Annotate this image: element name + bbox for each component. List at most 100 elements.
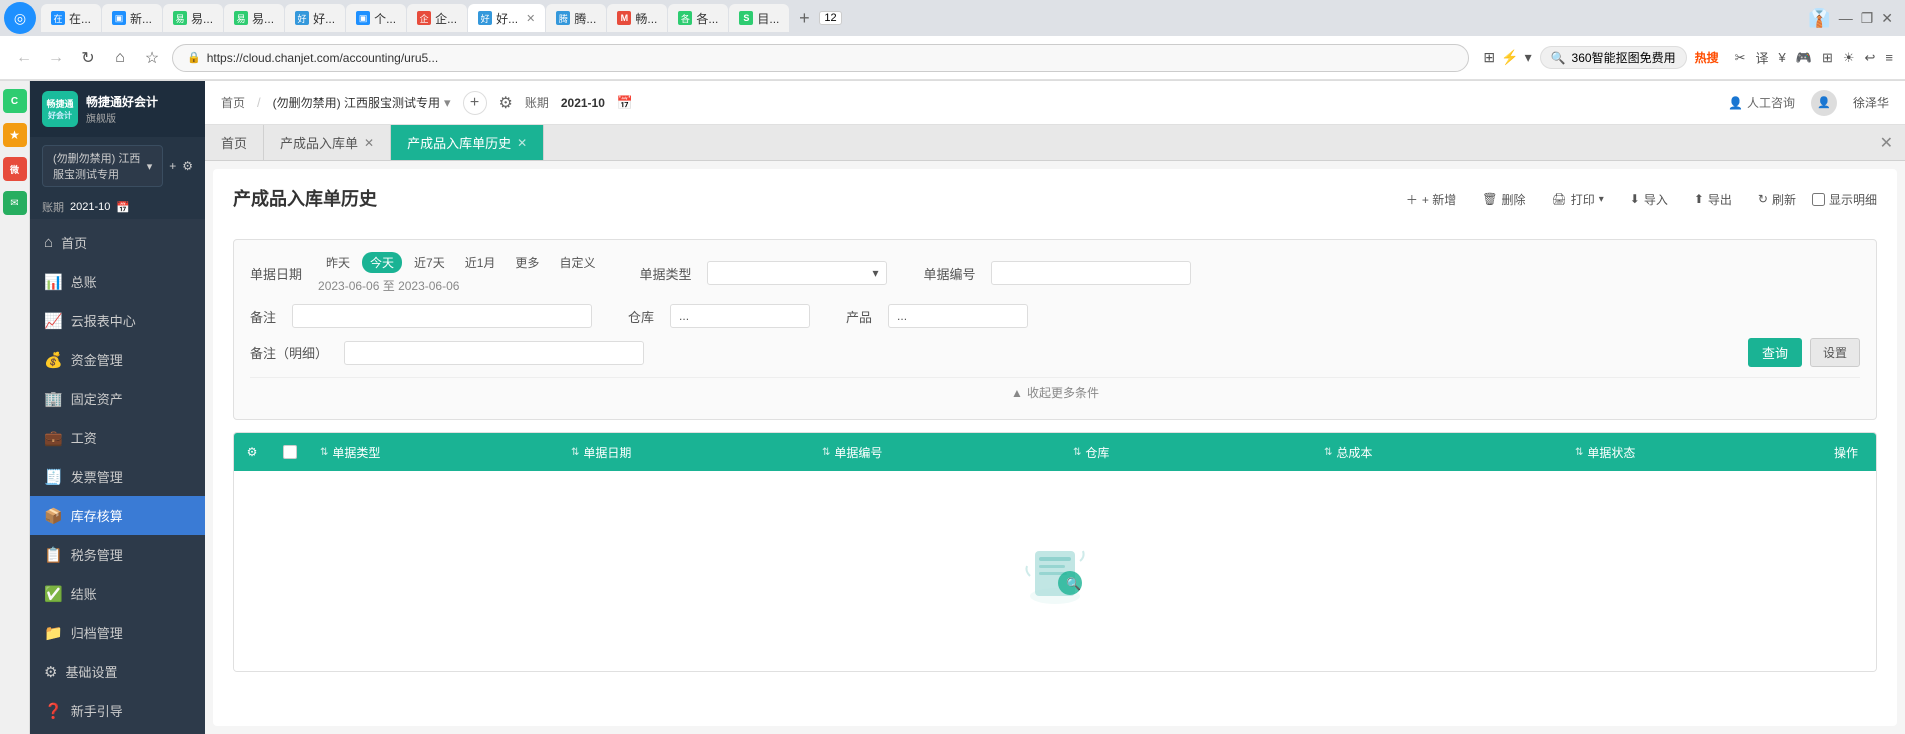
scissors-icon[interactable]: ✂ — [1735, 50, 1746, 66]
icon-sidebar-weibo[interactable]: 微 — [3, 157, 27, 181]
maximize-button[interactable]: ❐ — [1861, 10, 1874, 27]
import-button[interactable]: ⬇ 导入 — [1620, 186, 1678, 213]
page-tab-product-in[interactable]: 产成品入库单 ✕ — [264, 125, 391, 160]
warehouse-filter-select[interactable]: ... — [670, 304, 810, 328]
address-input[interactable]: 🔒 https://cloud.chanjet.com/accounting/u… — [172, 44, 1469, 72]
home-button[interactable]: ⌂ — [108, 46, 132, 70]
table-header-num[interactable]: ⇅ 单据编号 — [812, 444, 1063, 461]
table-check-all-input[interactable] — [283, 445, 297, 459]
sidebar-item-close-account[interactable]: ✅ 结账 — [30, 574, 205, 613]
topbar-company-selector[interactable]: (勿删勿禁用) 江西服宝测试专用 ▾ — [273, 94, 451, 111]
currency-icon[interactable]: ¥ — [1779, 50, 1786, 65]
sidebar-item-fund[interactable]: 💰 资金管理 — [30, 340, 205, 379]
table-header-date[interactable]: ⇅ 单据日期 — [561, 444, 812, 461]
table-header-settings[interactable]: ⚙ — [234, 445, 270, 459]
sidebar-item-home[interactable]: ⌂ 首页 — [30, 223, 205, 262]
bookmark-button[interactable]: ☆ — [140, 46, 164, 70]
sidebar-item-asset[interactable]: 🏢 固定资产 — [30, 379, 205, 418]
tab-10[interactable]: M 畅... — [607, 4, 667, 32]
tab-2[interactable]: ▣ 新... — [102, 4, 162, 32]
page-tab-history-close-icon[interactable]: ✕ — [517, 136, 527, 150]
close-window-button[interactable]: ✕ — [1881, 10, 1893, 27]
refresh-button[interactable]: ↻ 刷新 — [1748, 186, 1806, 213]
tab-5[interactable]: 好 好... — [285, 4, 345, 32]
sidebar-item-settings[interactable]: ⚙ 基础设置 — [30, 652, 205, 691]
topbar-settings-icon[interactable]: ⚙ — [499, 93, 513, 113]
icon-sidebar-star[interactable]: ★ — [3, 123, 27, 147]
dropdown-arrow-icon[interactable]: ▾ — [1525, 49, 1532, 66]
table-header-type[interactable]: ⇅ 单据类型 — [310, 444, 561, 461]
tab-12[interactable]: S 目... — [729, 4, 789, 32]
type-filter-select[interactable]: ▾ — [707, 261, 887, 285]
sidebar-item-inventory[interactable]: 📦 库存核算 — [30, 496, 205, 535]
table-settings-gear-icon[interactable]: ⚙ — [247, 445, 258, 459]
remark-filter-input[interactable] — [292, 304, 592, 328]
date-tab-1month[interactable]: 近1月 — [457, 252, 504, 273]
more-icon[interactable]: ≡ — [1885, 50, 1893, 65]
topbar-calendar-icon[interactable]: 📅 — [617, 95, 633, 111]
tab-4[interactable]: 易 易... — [224, 4, 284, 32]
query-button[interactable]: 查询 — [1748, 338, 1802, 367]
hot-search-label[interactable]: 热搜 — [1695, 49, 1719, 66]
sidebar-item-report[interactable]: 📈 云报表中心 — [30, 301, 205, 340]
export-button[interactable]: ⬆ 导出 — [1684, 186, 1742, 213]
refresh-browser-button[interactable]: ↻ — [76, 46, 100, 70]
sidebar-item-guide[interactable]: ❓ 新手引导 — [30, 691, 205, 730]
table-header-check[interactable] — [270, 445, 310, 459]
forward-button[interactable]: → — [44, 46, 68, 70]
table-header-status[interactable]: ⇅ 单据状态 — [1565, 444, 1816, 461]
tab-9[interactable]: 腾 腾... — [546, 4, 606, 32]
sidebar-item-archive[interactable]: 📁 归档管理 — [30, 613, 205, 652]
topbar-add-button[interactable]: + — [463, 91, 487, 115]
user-avatar[interactable]: 👤 — [1811, 90, 1837, 116]
icon-sidebar-chanjet[interactable]: C — [3, 89, 27, 113]
sidebar-settings-icon[interactable]: ⚙ — [182, 159, 193, 173]
sidebar-item-salary[interactable]: 💼 工资 — [30, 418, 205, 457]
minimize-button[interactable]: — — [1839, 10, 1853, 26]
tab-3[interactable]: 易 易... — [163, 4, 223, 32]
back-button[interactable]: ← — [12, 46, 36, 70]
date-tab-7days[interactable]: 近7天 — [406, 252, 453, 273]
date-tab-more[interactable]: 更多 — [507, 252, 547, 273]
tab-7[interactable]: 企 企... — [407, 4, 467, 32]
lightning-icon[interactable]: ⚡ — [1501, 49, 1518, 66]
sun-icon[interactable]: ☀ — [1843, 50, 1855, 66]
detail-remark-input[interactable] — [344, 341, 644, 365]
table-header-warehouse[interactable]: ⇅ 仓库 — [1063, 444, 1314, 461]
add-button[interactable]: ＋ + 新增 — [1396, 186, 1466, 213]
show-columns-input[interactable] — [1812, 193, 1825, 206]
game-icon[interactable]: 🎮 — [1796, 50, 1812, 66]
collapse-more-button[interactable]: ▲ 收起更多条件 — [250, 377, 1860, 407]
num-filter-input[interactable] — [991, 261, 1191, 285]
sidebar-item-tax[interactable]: 📋 税务管理 — [30, 535, 205, 574]
table-header-cost[interactable]: ⇅ 总成本 — [1314, 444, 1565, 461]
search-bar[interactable]: 🔍 360智能抠图免费用 — [1540, 46, 1687, 69]
sidebar-item-ledger[interactable]: 📊 总账 — [30, 262, 205, 301]
tab-11[interactable]: 各 各... — [668, 4, 728, 32]
filter-settings-button[interactable]: 设置 — [1810, 338, 1860, 367]
page-tab-product-in-close-icon[interactable]: ✕ — [364, 136, 374, 150]
undo-icon[interactable]: ↩ — [1865, 50, 1876, 66]
sidebar-add-button[interactable]: + — [169, 159, 176, 173]
date-tab-custom[interactable]: 自定义 — [551, 252, 603, 273]
tab-6[interactable]: ▣ 个... — [346, 4, 406, 32]
product-filter-select[interactable]: ... — [888, 304, 1028, 328]
user-service-button[interactable]: 👤 人工咨询 — [1728, 94, 1795, 111]
print-button[interactable]: 🖨 打印 ▾ — [1541, 186, 1613, 213]
sidebar-item-invoice[interactable]: 🧾 发票管理 — [30, 457, 205, 496]
tab-8-close-icon[interactable]: ✕ — [526, 12, 535, 25]
extensions-icon[interactable]: ⊞ — [1483, 49, 1495, 66]
date-tab-today[interactable]: 今天 — [362, 252, 402, 273]
icon-sidebar-mail[interactable]: ✉ — [3, 191, 27, 215]
page-tab-home[interactable]: 首页 — [205, 125, 264, 160]
company-selector[interactable]: (勿删勿禁用) 江西服宝测试专用 ▾ — [42, 145, 163, 187]
translate-icon[interactable]: 译 — [1756, 48, 1769, 67]
tab-area-close-icon[interactable]: ✕ — [1880, 133, 1893, 153]
new-tab-button[interactable]: + — [790, 4, 818, 32]
page-tab-history[interactable]: 产成品入库单历史 ✕ — [391, 125, 544, 160]
show-columns-checkbox[interactable]: 显示明细 — [1812, 191, 1877, 208]
grid-icon[interactable]: ⊞ — [1822, 50, 1833, 66]
tab-1[interactable]: 在 在... — [41, 4, 101, 32]
tab-8[interactable]: 好 好... ✕ — [468, 4, 545, 32]
date-tab-yesterday[interactable]: 昨天 — [318, 252, 358, 273]
